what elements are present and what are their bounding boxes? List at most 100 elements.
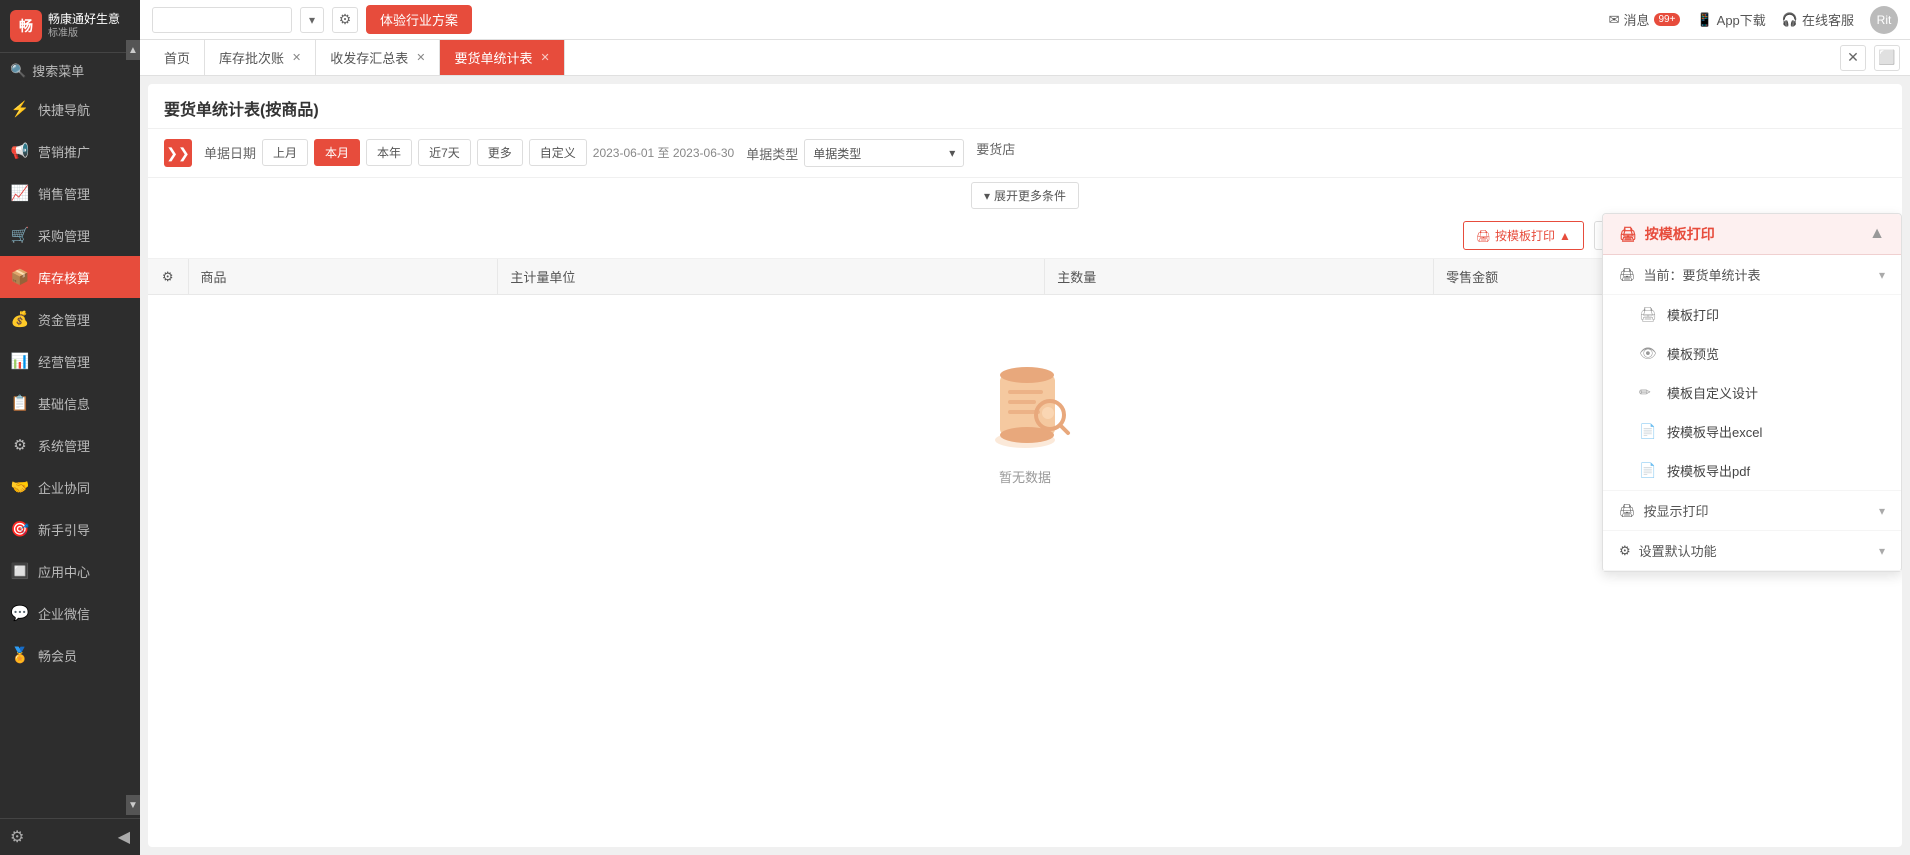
print-dropdown-title: 🖨 按模板打印 — [1619, 224, 1715, 244]
display-print-header[interactable]: 🖨 按显示打印 ▾ — [1603, 491, 1901, 530]
sidebar-nav: ⚡ 快捷导航 📢 营销推广 📈 销售管理 🛒 采购管理 📦 库存核算 💰 资金管… — [0, 88, 140, 818]
template-preview-item[interactable]: 👁 模板预览 — [1603, 334, 1901, 373]
user-avatar[interactable]: Rit — [1870, 6, 1898, 34]
service-icon: 🎧 — [1782, 12, 1798, 28]
date-btn-this-year[interactable]: 本年 — [366, 139, 412, 166]
sidebar-item-newbie[interactable]: 🎯 新手引导 — [0, 508, 140, 550]
date-btn-custom[interactable]: 自定义 — [529, 139, 587, 166]
default-func-header[interactable]: ⚙ 设置默认功能 ▾ — [1603, 531, 1901, 570]
member-icon: 🏅 — [10, 645, 30, 665]
topbar-left: ▾ ⚙ 体验行业方案 — [152, 5, 472, 34]
template-print-item[interactable]: 🖨 模板打印 — [1603, 295, 1901, 334]
message-icon: ✉ — [1609, 12, 1620, 28]
tab-home[interactable]: 首页 — [150, 40, 205, 75]
date-btn-last-month[interactable]: 上月 — [262, 139, 308, 166]
expand-more-btn[interactable]: ▾ 展开更多条件 — [971, 182, 1079, 209]
print-template-btn[interactable]: 🖨 按模板打印 ▲ — [1463, 221, 1584, 250]
settings-icon[interactable]: ⚙ — [162, 269, 174, 284]
tab-receipt-summary[interactable]: 收发存汇总表 ✕ — [316, 40, 440, 75]
tab-order-stats[interactable]: 要货单统计表 ✕ — [440, 40, 564, 75]
topbar-gear-icon[interactable]: ⚙ — [332, 7, 358, 33]
tab-maximize-btn[interactable]: ⬜ — [1874, 45, 1900, 71]
topbar-dropdown[interactable]: ▾ — [300, 7, 324, 33]
col-checkbox[interactable]: ⚙ — [148, 259, 188, 295]
operation-icon: 📊 — [10, 351, 30, 371]
goods-filter-group: 要货店 — [976, 139, 1015, 158]
search-input[interactable] — [152, 7, 292, 33]
finance-icon: 💰 — [10, 309, 30, 329]
expand-bar: ▾ 展开更多条件 — [148, 178, 1902, 213]
marketing-icon: 📢 — [10, 141, 30, 161]
main-area: ▾ ⚙ 体验行业方案 ✉ 消息 99+ 📱 App下载 🎧 在线客服 Rit — [140, 0, 1910, 855]
tabs-controls: ✕ ⬜ — [1840, 45, 1900, 71]
template-items-section: 🖨 模板打印 👁 模板预览 ✏ 模板自定义设计 📄 按模板导出excel — [1603, 295, 1901, 491]
type-filter-select[interactable]: 单据类型 ▾ — [804, 139, 964, 167]
tabs-list: 首页 库存批次账 ✕ 收发存汇总表 ✕ 要货单统计表 ✕ — [150, 40, 565, 75]
date-btn-this-month[interactable]: 本月 — [314, 139, 360, 166]
select-chevron-icon: ▾ — [949, 146, 955, 160]
sidebar-item-purchase[interactable]: 🛒 采购管理 — [0, 214, 140, 256]
tab-batch-account[interactable]: 库存批次账 ✕ — [205, 40, 316, 75]
export-pdf-item[interactable]: 📄 按模板导出pdf — [1603, 451, 1901, 490]
print-dropdown-icon: 🖨 — [1619, 226, 1637, 243]
newbie-icon: 🎯 — [10, 519, 30, 539]
goods-filter-label: 要货店 — [976, 139, 1015, 158]
template-design-icon: ✏ — [1639, 384, 1657, 401]
sidebar-item-quick[interactable]: ⚡ 快捷导航 — [0, 88, 140, 130]
messages-btn[interactable]: ✉ 消息 99+ — [1609, 10, 1681, 29]
industry-btn[interactable]: 体验行业方案 — [366, 5, 472, 34]
sidebar-item-finance[interactable]: 💰 资金管理 — [0, 298, 140, 340]
inventory-icon: 📦 — [10, 267, 30, 287]
template-print-icon: 🖨 — [1639, 306, 1657, 323]
filter-toggle-btn[interactable]: ❯❯ — [164, 139, 192, 167]
app-download-btn[interactable]: 📱 App下载 — [1696, 10, 1765, 29]
tab-close-receipt[interactable]: ✕ — [416, 51, 425, 64]
sales-icon: 📈 — [10, 183, 30, 203]
page-content: 要货单统计表(按商品) ❯❯ 单据日期 上月 本月 本年 近7天 更多 自定义 … — [148, 84, 1902, 847]
sidebar-item-basic[interactable]: 📋 基础信息 — [0, 382, 140, 424]
sidebar-item-wechat[interactable]: 💬 企业微信 — [0, 592, 140, 634]
download-icon: 📱 — [1696, 12, 1712, 28]
sidebar-settings-icon[interactable]: ⚙ — [10, 827, 24, 847]
sidebar-item-corp[interactable]: 🤝 企业协同 — [0, 466, 140, 508]
sidebar-item-appstore[interactable]: 🔲 应用中心 — [0, 550, 140, 592]
sidebar-item-system[interactable]: ⚙ 系统管理 — [0, 424, 140, 466]
corp-icon: 🤝 — [10, 477, 30, 497]
sidebar-scroll-down[interactable]: ▼ — [126, 795, 140, 815]
tab-close-batch[interactable]: ✕ — [292, 51, 301, 64]
current-template-icon: 🖨 — [1619, 267, 1636, 283]
sidebar-item-member[interactable]: 🏅 畅会员 — [0, 634, 140, 676]
appstore-icon: 🔲 — [10, 561, 30, 581]
sidebar-item-marketing[interactable]: 📢 营销推广 — [0, 130, 140, 172]
export-excel-item[interactable]: 📄 按模板导出excel — [1603, 412, 1901, 451]
sidebar-collapse-icon[interactable]: ◀ — [118, 827, 130, 847]
template-preview-icon: 👁 — [1639, 345, 1657, 362]
tab-close-order[interactable]: ✕ — [541, 51, 550, 64]
print-dropdown-popup: 🖨 按模板打印 ▲ 🖨 当前：要货单统计表 ▾ — [1602, 213, 1902, 572]
current-template-header[interactable]: 🖨 当前：要货单统计表 ▾ — [1603, 255, 1901, 294]
system-icon: ⚙ — [10, 435, 30, 455]
expand-icon: ▾ — [984, 189, 990, 203]
date-btn-more[interactable]: 更多 — [477, 139, 523, 166]
online-service-btn[interactable]: 🎧 在线客服 — [1782, 10, 1854, 29]
logo-icon: 畅 — [10, 10, 42, 42]
date-btn-7days[interactable]: 近7天 — [418, 139, 471, 166]
topbar-right: ✉ 消息 99+ 📱 App下载 🎧 在线客服 Rit — [1609, 6, 1898, 34]
sidebar-item-inventory[interactable]: 📦 库存核算 — [0, 256, 140, 298]
tab-close-all-btn[interactable]: ✕ — [1840, 45, 1866, 71]
purchase-icon: 🛒 — [10, 225, 30, 245]
template-design-item[interactable]: ✏ 模板自定义设计 — [1603, 373, 1901, 412]
default-func-chevron: ▾ — [1879, 544, 1885, 558]
type-filter-group: 单据类型 单据类型 ▾ — [746, 139, 964, 167]
logo-text: 畅康通好生意 标准版 — [48, 12, 120, 41]
sidebar-item-sales[interactable]: 📈 销售管理 — [0, 172, 140, 214]
sidebar-scroll-up[interactable]: ▲ — [126, 40, 140, 60]
print-dropdown-close-btn[interactable]: ▲ — [1869, 225, 1885, 243]
sidebar-item-operation[interactable]: 📊 经营管理 — [0, 340, 140, 382]
filter-area: ❯❯ 单据日期 上月 本月 本年 近7天 更多 自定义 2023-06-01 至… — [148, 129, 1902, 178]
default-func-icon: ⚙ — [1619, 543, 1631, 559]
tabs-bar: 首页 库存批次账 ✕ 收发存汇总表 ✕ 要货单统计表 ✕ ✕ ⬜ — [140, 40, 1910, 76]
page-header: 要货单统计表(按商品) — [148, 84, 1902, 129]
search-menu-item[interactable]: 🔍 搜索菜单 — [0, 53, 140, 88]
col-goods: 商品 — [188, 259, 498, 295]
